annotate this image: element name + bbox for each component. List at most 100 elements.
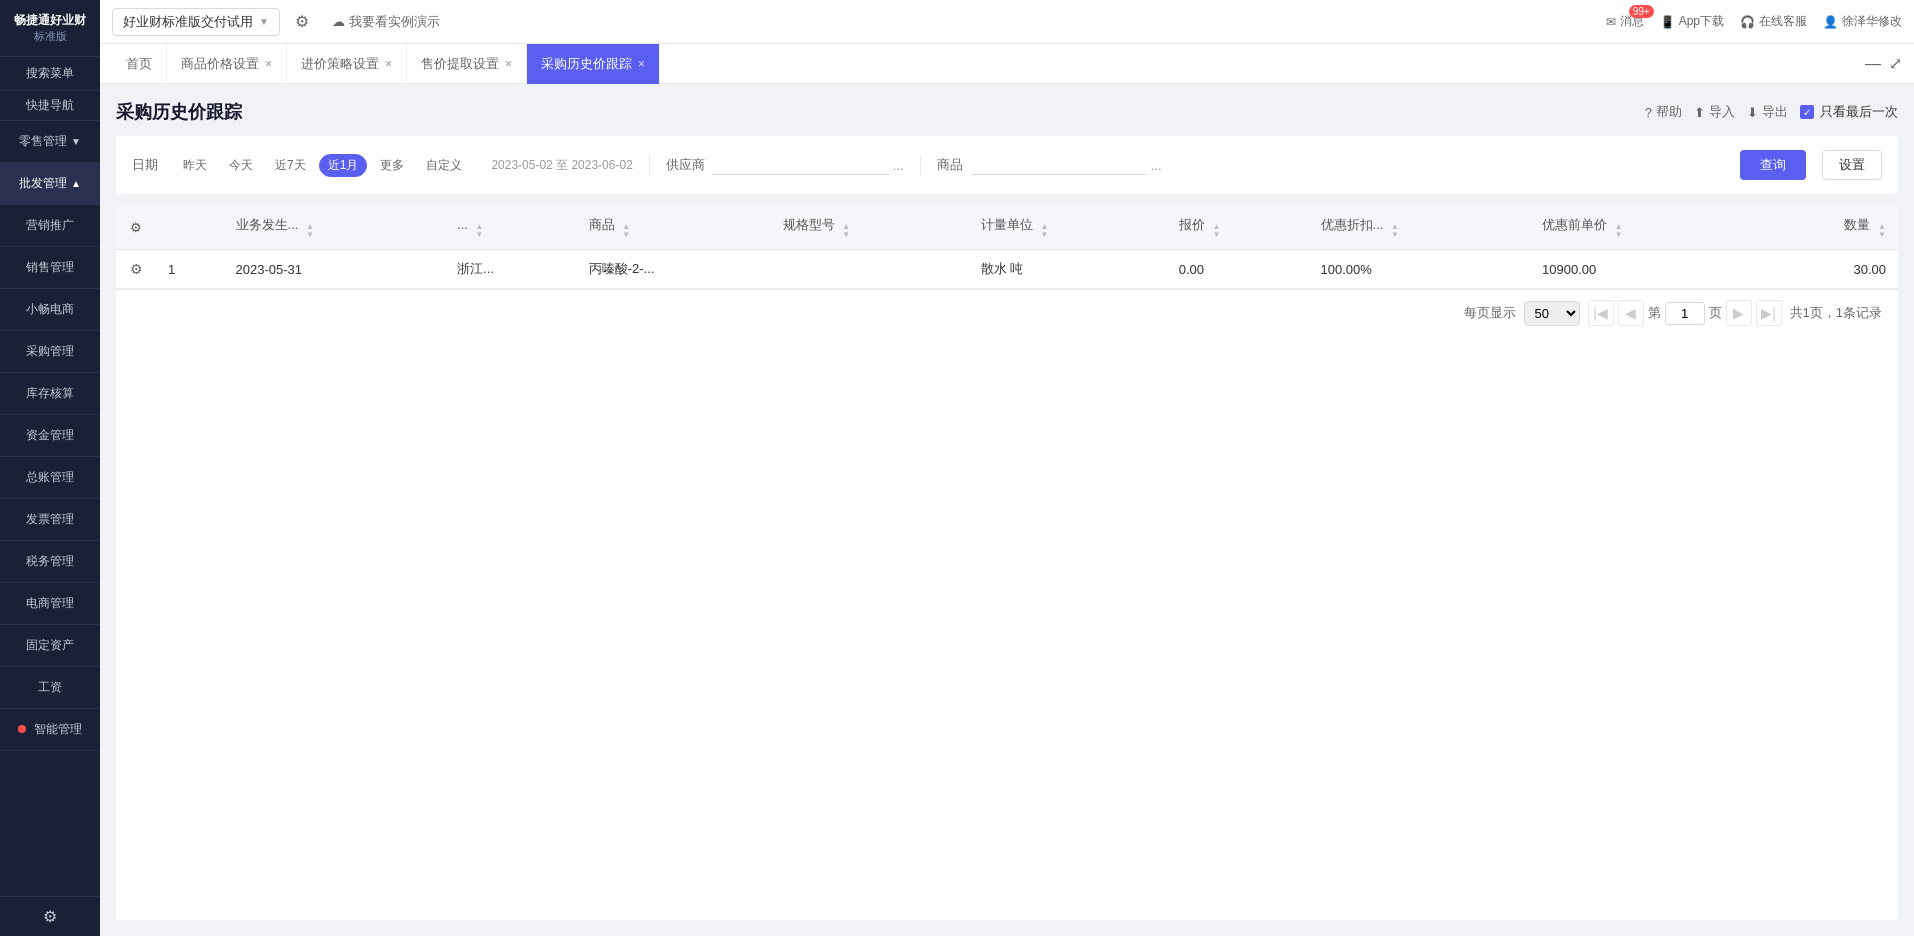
sidebar-item-label: 工资 — [38, 679, 62, 696]
date-range-display: 2023-05-02 至 2023-06-02 — [491, 157, 632, 174]
tab-sale-price-close[interactable]: × — [505, 57, 512, 71]
logo-title: 畅捷通好业财 — [8, 12, 92, 29]
version-selector[interactable]: 好业财标准版交付试用 ▼ — [112, 8, 280, 36]
per-page-select[interactable]: 50 100 200 — [1524, 301, 1580, 326]
sidebar-item-tax[interactable]: 税务管理 — [0, 541, 100, 583]
query-button[interactable]: 查询 — [1740, 150, 1806, 180]
tab-sale-price-label: 售价提取设置 — [421, 55, 499, 73]
date-filter-buttons: 昨天 今天 近7天 近1月 更多 自定义 — [174, 154, 471, 177]
tab-purchase-strategy-close[interactable]: × — [385, 57, 392, 71]
sidebar-item-label: 电商管理 — [26, 595, 74, 612]
message-button[interactable]: ✉ 消息 99+ — [1606, 13, 1644, 30]
product-input[interactable] — [971, 155, 1147, 175]
user-name-label: 徐泽华修改 — [1842, 13, 1902, 30]
date-btn-yesterday[interactable]: 昨天 — [174, 154, 216, 177]
page-last-button[interactable]: ▶| — [1756, 300, 1782, 326]
tab-history-price-close[interactable]: × — [638, 57, 645, 71]
page-prev-button[interactable]: ◀ — [1618, 300, 1644, 326]
sidebar-item-smart[interactable]: 智能管理 — [0, 709, 100, 751]
supplier-filter-label: 供应商 — [666, 156, 705, 174]
tab-minimize-icon[interactable]: — — [1861, 55, 1885, 73]
import-button[interactable]: ⬆ 导入 — [1694, 103, 1735, 121]
date-btn-today[interactable]: 今天 — [220, 154, 262, 177]
tab-price-close[interactable]: × — [265, 57, 272, 71]
sidebar-item-ecom[interactable]: 电商管理 — [0, 583, 100, 625]
sidebar-item-sales[interactable]: 销售管理 — [0, 247, 100, 289]
app-download-button[interactable]: 📱 App下载 — [1660, 13, 1724, 30]
sidebar-item-retail[interactable]: 零售管理 ▼ — [0, 121, 100, 163]
main-area: 好业财标准版交付试用 ▼ ⚙ ☁ 我要看实例演示 ✉ 消息 99+ 📱 App下… — [100, 0, 1914, 936]
demo-link[interactable]: ☁ 我要看实例演示 — [332, 13, 440, 31]
sidebar-item-label: 发票管理 — [26, 511, 74, 528]
gear-icon[interactable]: ⚙ — [43, 908, 57, 925]
page-suffix: 页 — [1709, 304, 1722, 322]
sidebar-item-salary[interactable]: 工资 — [0, 667, 100, 709]
page-header: 采购历史价跟踪 ? 帮助 ⬆ 导入 ⬇ 导出 ✓ 只看最后一次 — [116, 100, 1898, 124]
sidebar-item-search[interactable]: 搜索菜单 — [0, 57, 100, 91]
th-discount[interactable]: 优惠折扣... ▲▼ — [1309, 206, 1530, 250]
sidebar-item-label: 零售管理 — [19, 133, 67, 150]
red-dot-icon — [18, 725, 26, 733]
th-product[interactable]: 商品 ▲▼ — [577, 206, 771, 250]
sidebar-item-label: 销售管理 — [26, 259, 74, 276]
only-last-checkbox[interactable]: ✓ — [1800, 105, 1814, 119]
sidebar-item-ecom-small[interactable]: 小畅电商 — [0, 289, 100, 331]
tab-purchase-strategy[interactable]: 进价策略设置 × — [287, 44, 407, 84]
supplier-dots[interactable]: ... — [893, 158, 904, 173]
row-gear-icon[interactable]: ⚙ — [130, 261, 143, 277]
sidebar-item-label: 资金管理 — [26, 427, 74, 444]
date-btn-custom[interactable]: 自定义 — [417, 154, 471, 177]
topbar-settings-button[interactable]: ⚙ — [288, 8, 316, 36]
th-quote[interactable]: 报价 ▲▼ — [1167, 206, 1309, 250]
th-extra[interactable]: ... ▲▼ — [445, 206, 577, 250]
sort-icon6: ▲▼ — [1212, 223, 1220, 239]
online-service-button[interactable]: 🎧 在线客服 — [1740, 13, 1807, 30]
th-spec[interactable]: 规格型号 ▲▼ — [771, 206, 969, 250]
only-last-checkbox-row[interactable]: ✓ 只看最后一次 — [1800, 103, 1898, 121]
help-button[interactable]: ? 帮助 — [1645, 103, 1682, 121]
pagination: 每页显示 50 100 200 |◀ ◀ 第 页 ▶ ▶| 共1页，1条记录 — [116, 289, 1898, 336]
export-button[interactable]: ⬇ 导出 — [1747, 103, 1788, 121]
sidebar-item-quick-nav[interactable]: 快捷导航 — [0, 91, 100, 121]
sidebar-item-marketing[interactable]: 营销推广 — [0, 205, 100, 247]
supplier-input-wrap: ... — [713, 155, 904, 175]
sidebar-item-inventory[interactable]: 库存核算 — [0, 373, 100, 415]
sidebar-item-invoice[interactable]: 发票管理 — [0, 499, 100, 541]
date-btn-last7[interactable]: 近7天 — [266, 154, 315, 177]
tab-expand-icon[interactable]: ⤢ — [1885, 54, 1906, 73]
settings-button[interactable]: 设置 — [1822, 150, 1882, 180]
sidebar-item-label: 库存核算 — [26, 385, 74, 402]
sidebar-item-label: 营销推广 — [26, 217, 74, 234]
page-first-button[interactable]: |◀ — [1588, 300, 1614, 326]
th-date[interactable]: 业务发生... ▲▼ — [224, 206, 445, 250]
page-next-button[interactable]: ▶ — [1726, 300, 1752, 326]
sidebar-item-wholesale[interactable]: 批发管理 ▲ — [0, 163, 100, 205]
date-btn-last1m[interactable]: 近1月 — [319, 154, 368, 177]
mobile-icon: 📱 — [1660, 15, 1675, 29]
gear-header-icon[interactable]: ⚙ — [130, 220, 142, 235]
th-unit[interactable]: 计量单位 ▲▼ — [969, 206, 1167, 250]
page-title: 采购历史价跟踪 — [116, 100, 242, 124]
sidebar-item-label: 批发管理 — [19, 175, 67, 192]
sort-icon3: ▲▼ — [622, 223, 630, 239]
tab-home[interactable]: 首页 — [112, 44, 167, 84]
th-quantity[interactable]: 数量 ▲▼ — [1756, 206, 1898, 250]
product-dots[interactable]: ... — [1151, 158, 1162, 173]
page-nav: |◀ ◀ 第 页 ▶ ▶| — [1588, 300, 1782, 326]
sort-icon5: ▲▼ — [1040, 223, 1048, 239]
sidebar-item-fixed-assets[interactable]: 固定资产 — [0, 625, 100, 667]
help-icon: ? — [1645, 105, 1652, 120]
tab-price[interactable]: 商品价格设置 × — [167, 44, 287, 84]
th-price-before[interactable]: 优惠前单价 ▲▼ — [1530, 206, 1756, 250]
sidebar-item-finance[interactable]: 资金管理 — [0, 415, 100, 457]
sidebar-item-general-ledger[interactable]: 总账管理 — [0, 457, 100, 499]
page-input[interactable] — [1665, 302, 1705, 325]
user-profile-button[interactable]: 👤 徐泽华修改 — [1823, 13, 1902, 30]
tab-sale-price[interactable]: 售价提取设置 × — [407, 44, 527, 84]
date-btn-more[interactable]: 更多 — [371, 154, 413, 177]
supplier-input[interactable] — [713, 155, 889, 175]
sidebar-item-purchase[interactable]: 采购管理 — [0, 331, 100, 373]
tabbar: 首页 商品价格设置 × 进价策略设置 × 售价提取设置 × 采购历史价跟踪 × … — [100, 44, 1914, 84]
product-filter-label: 商品 — [937, 156, 963, 174]
tab-history-price[interactable]: 采购历史价跟踪 × — [527, 44, 660, 84]
